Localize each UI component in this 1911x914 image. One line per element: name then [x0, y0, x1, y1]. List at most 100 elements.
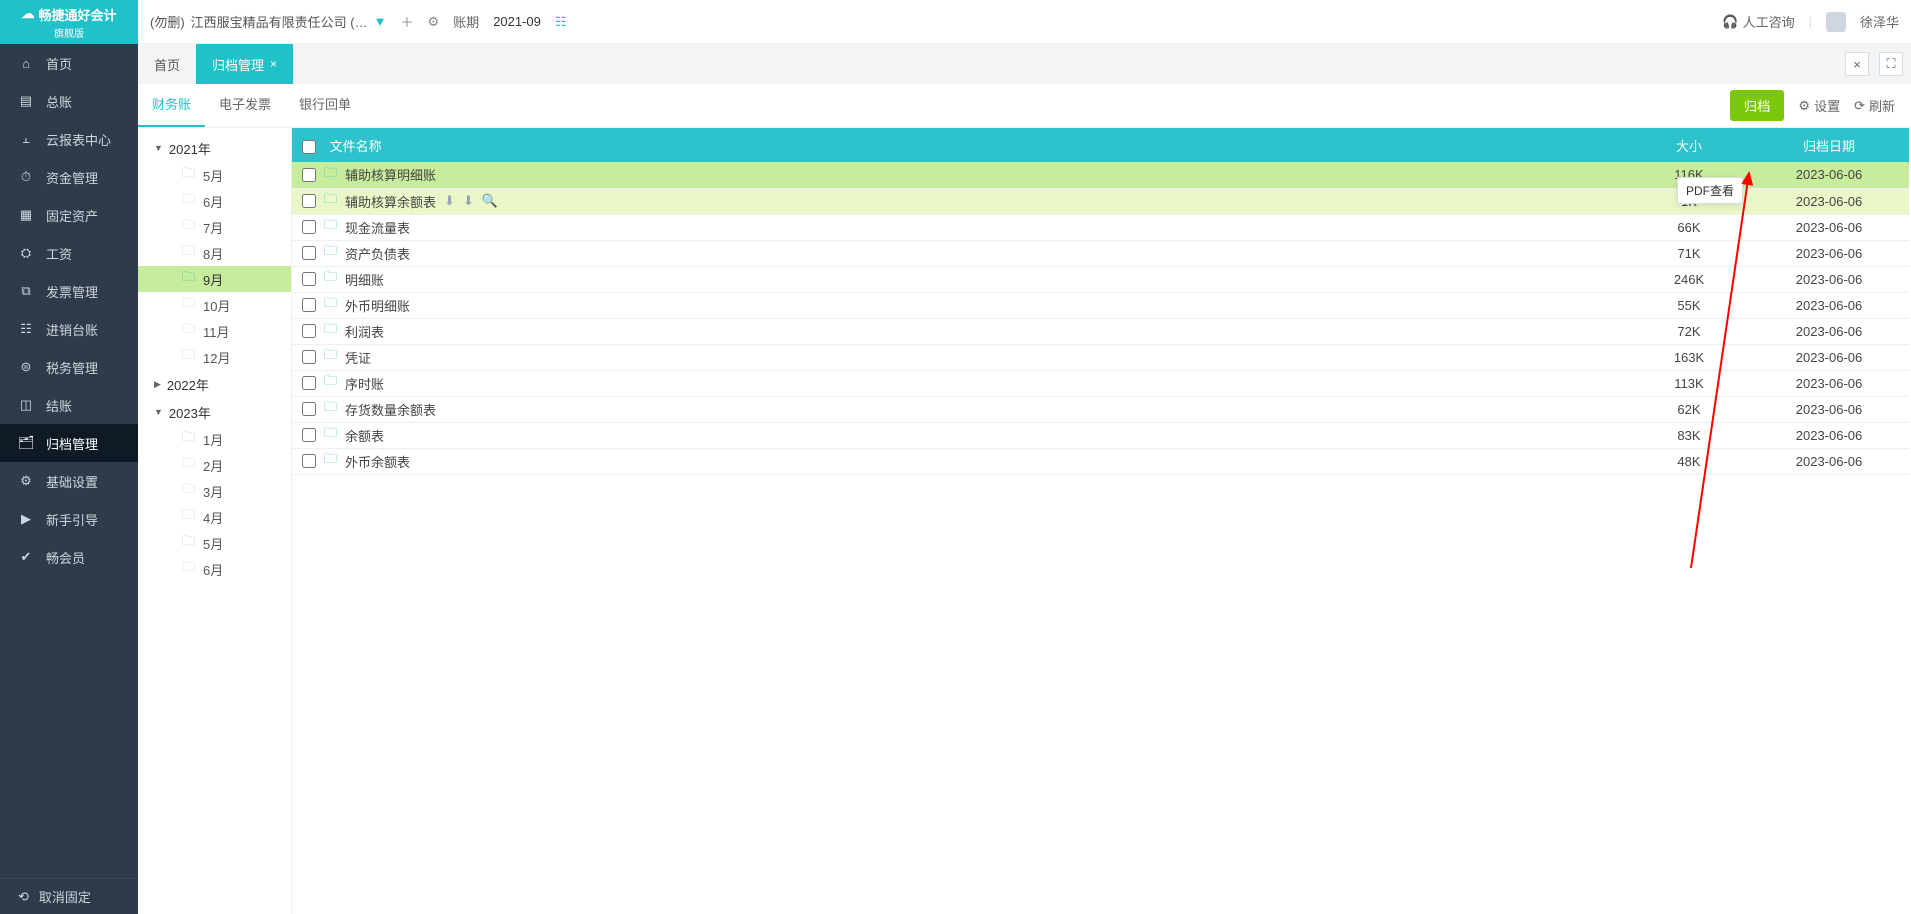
file-name: 辅助核算余额表: [345, 192, 436, 211]
col-name[interactable]: 文件名称: [292, 128, 1629, 162]
row-checkbox[interactable]: [302, 376, 316, 390]
row-checkbox[interactable]: [302, 428, 316, 442]
row-checkbox[interactable]: [302, 272, 316, 286]
tree-month-0-5[interactable]: 🗀10月: [138, 292, 291, 318]
tree-month-0-2[interactable]: 🗀7月: [138, 214, 291, 240]
file-name: 明细账: [345, 270, 384, 289]
sidebar-item-7[interactable]: ☷进销台账: [0, 310, 138, 348]
period-label: 账期: [453, 12, 479, 31]
page-tab-0[interactable]: 首页: [138, 44, 196, 84]
settings-icon: ⚙: [18, 473, 34, 489]
pdf-view-icon[interactable]: 🔍: [482, 193, 498, 209]
col-date[interactable]: 归档日期: [1749, 128, 1909, 162]
archive-button[interactable]: 归档: [1730, 90, 1785, 121]
row-checkbox[interactable]: [302, 402, 316, 416]
table-row[interactable]: 🗀序时账113K2023-06-06: [292, 370, 1909, 396]
sidebar-item-3[interactable]: ⏱资金管理: [0, 158, 138, 196]
avatar-icon[interactable]: [1826, 12, 1846, 32]
sidebar-unpin[interactable]: ⟲ 取消固定: [0, 878, 138, 914]
sidebar-item-8[interactable]: ⊜税务管理: [0, 348, 138, 386]
calendar-icon[interactable]: ☷: [555, 14, 567, 30]
tree-month-2-1[interactable]: 🗀2月: [138, 452, 291, 478]
tree-year-0[interactable]: ▼2021年: [138, 134, 291, 162]
sidebar-item-6[interactable]: ⧉发票管理: [0, 272, 138, 310]
inner-tab-2[interactable]: 银行回单: [285, 84, 365, 127]
tree-month-0-6[interactable]: 🗀11月: [138, 318, 291, 344]
table-row[interactable]: 🗀辅助核算明细账116K2023-06-06: [292, 162, 1909, 188]
folder-icon: 🗀: [182, 558, 195, 580]
table-row[interactable]: 🗀外币明细账55K2023-06-06: [292, 292, 1909, 318]
table-row[interactable]: 🗀存货数量余额表62K2023-06-06: [292, 396, 1909, 422]
sidebar-item-5[interactable]: ⛭工资: [0, 234, 138, 272]
row-checkbox[interactable]: [302, 454, 316, 468]
inout-icon: ☷: [18, 321, 34, 337]
toolbar-settings[interactable]: ⚙ 设置: [1798, 96, 1840, 115]
settings-icon[interactable]: ⚙: [428, 14, 440, 30]
inner-tab-1[interactable]: 电子发票: [205, 84, 285, 127]
xls-download-icon[interactable]: ⬇: [444, 193, 455, 209]
tree-month-2-0[interactable]: 🗀1月: [138, 426, 291, 452]
select-all-checkbox[interactable]: [302, 140, 316, 154]
table-row[interactable]: 🗀明细账246K2023-06-06: [292, 266, 1909, 292]
inner-tab-0[interactable]: 财务账: [138, 84, 205, 127]
brand-logo[interactable]: ☁畅捷通好会计 旗舰版: [0, 0, 138, 44]
tree-month-0-7[interactable]: 🗀12月: [138, 344, 291, 370]
tree-month-0-0[interactable]: 🗀5月: [138, 162, 291, 188]
asset-icon: ▦: [18, 207, 34, 223]
sidebar-item-4[interactable]: ▦固定资产: [0, 196, 138, 234]
tree-month-2-4[interactable]: 🗀5月: [138, 530, 291, 556]
table-row[interactable]: 🗀利润表72K2023-06-06: [292, 318, 1909, 344]
tree-year-2[interactable]: ▼2023年: [138, 398, 291, 426]
row-checkbox[interactable]: [302, 168, 316, 182]
pdf-download-icon[interactable]: ⬇: [463, 193, 474, 209]
table-row[interactable]: 🗀现金流量表66K2023-06-06: [292, 214, 1909, 240]
refresh-icon: ⟳: [1854, 98, 1865, 114]
sidebar-item-12[interactable]: ▶新手引导: [0, 500, 138, 538]
tree-year-1[interactable]: ▶2022年: [138, 370, 291, 398]
sidebar-item-13[interactable]: ✔畅会员: [0, 538, 138, 576]
sidebar-item-9[interactable]: ◫结账: [0, 386, 138, 424]
row-checkbox[interactable]: [302, 350, 316, 364]
tree-month-0-3[interactable]: 🗀8月: [138, 240, 291, 266]
tree-month-0-1[interactable]: 🗀6月: [138, 188, 291, 214]
file-table: 文件名称 大小 归档日期 🗀辅助核算明细账116K2023-06-06🗀辅助核算…: [292, 128, 1909, 475]
col-size[interactable]: 大小: [1629, 128, 1749, 162]
user-name[interactable]: 徐泽华: [1860, 12, 1899, 31]
tab-close-icon[interactable]: ×: [270, 57, 277, 71]
sidebar-item-10[interactable]: 🗂归档管理: [0, 424, 138, 462]
unpin-icon: ⟲: [18, 889, 29, 905]
sidebar-item-11[interactable]: ⚙基础设置: [0, 462, 138, 500]
close-tab-button[interactable]: ×: [1845, 52, 1869, 76]
row-checkbox[interactable]: [302, 220, 316, 234]
table-row[interactable]: 🗀外币余额表48K2023-06-06: [292, 448, 1909, 474]
table-row[interactable]: 🗀辅助核算余额表⬇⬇🔍1K2023-06-06: [292, 188, 1909, 214]
sidebar-item-0[interactable]: ⌂首页: [0, 44, 138, 82]
sidebar-item-2[interactable]: ⫠云报表中心: [0, 120, 138, 158]
page-tab-1[interactable]: 归档管理×: [196, 44, 293, 84]
row-checkbox[interactable]: [302, 324, 316, 338]
tree-month-2-3[interactable]: 🗀4月: [138, 504, 291, 530]
file-icon: 🗀: [324, 190, 337, 212]
row-checkbox[interactable]: [302, 298, 316, 312]
sidebar-item-1[interactable]: ▤总账: [0, 82, 138, 120]
company-selector[interactable]: (勿删) 江西服宝精品有限责任公司 (… ▼: [150, 12, 387, 31]
toolbar-refresh[interactable]: ⟳ 刷新: [1854, 96, 1895, 115]
row-checkbox[interactable]: [302, 246, 316, 260]
file-icon: 🗀: [324, 216, 337, 238]
consult-link[interactable]: 🎧 人工咨询: [1722, 12, 1794, 31]
home-icon: ⌂: [18, 56, 34, 71]
fullscreen-button[interactable]: ⛶: [1879, 52, 1903, 76]
table-row[interactable]: 🗀资产负债表71K2023-06-06: [292, 240, 1909, 266]
period-value[interactable]: 2021-09: [493, 14, 541, 29]
file-name: 资产负债表: [345, 244, 410, 263]
table-row[interactable]: 🗀余额表83K2023-06-06: [292, 422, 1909, 448]
add-button[interactable]: ＋: [401, 12, 414, 31]
file-date: 2023-06-06: [1749, 292, 1909, 318]
tree-month-2-5[interactable]: 🗀6月: [138, 556, 291, 582]
table-row[interactable]: 🗀凭证163K2023-06-06: [292, 344, 1909, 370]
row-checkbox[interactable]: [302, 194, 316, 208]
folder-icon: 🗀: [182, 480, 195, 502]
tree-month-2-2[interactable]: 🗀3月: [138, 478, 291, 504]
guide-icon: ▶: [18, 511, 34, 527]
tree-month-0-4[interactable]: 🗀9月: [138, 266, 291, 292]
